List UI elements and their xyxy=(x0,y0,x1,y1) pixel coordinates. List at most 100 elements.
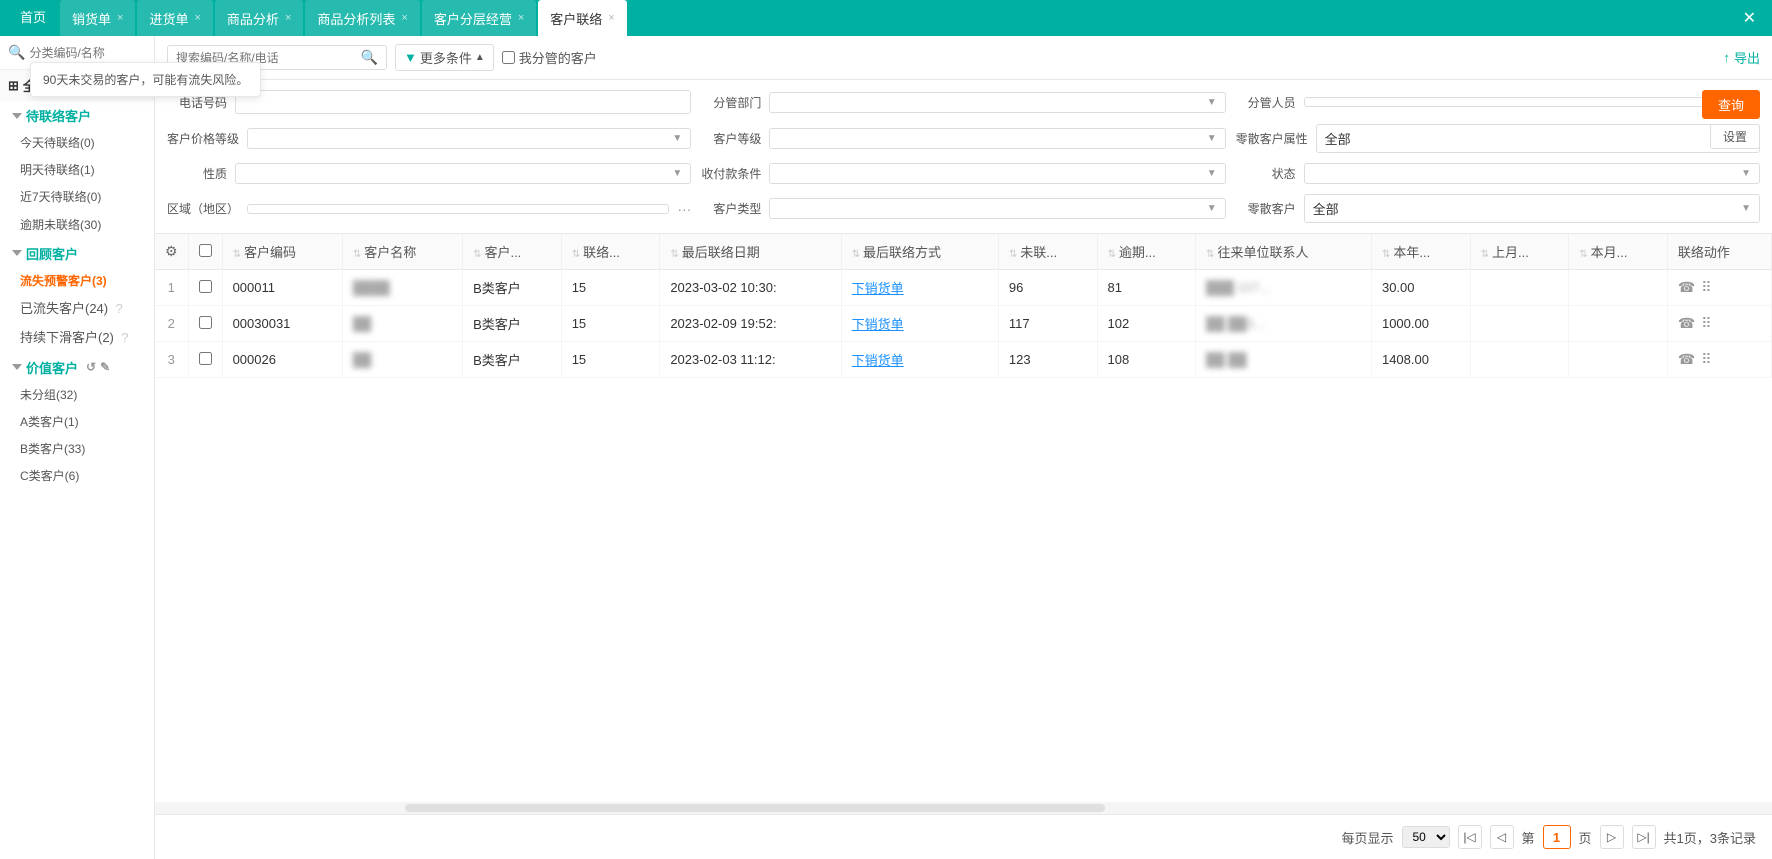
row-last-contact-date-2: 2023-02-03 11:12: xyxy=(660,342,841,378)
filter-select-dept[interactable]: ▼ xyxy=(769,92,1225,113)
th-settings[interactable]: ⚙ xyxy=(155,234,188,270)
sidebar-group-review[interactable]: 回顾客户 xyxy=(0,239,154,268)
filter-select-region[interactable] xyxy=(247,204,669,214)
tab-customer-layered[interactable]: 客户分层经营 × xyxy=(422,0,536,36)
sidebar-item-a-class[interactable]: A类客户(1) xyxy=(0,409,154,436)
th-customer-name[interactable]: 客户名称 xyxy=(342,234,462,270)
row-code-1: 00030031 xyxy=(222,306,342,342)
select-all-checkbox[interactable] xyxy=(199,244,212,257)
my-customers-checkbox-label[interactable]: 我分管的客户 xyxy=(502,48,597,67)
th-customer-type[interactable]: 客户... xyxy=(463,234,562,270)
filter-select-customer-level[interactable]: ▼ xyxy=(769,128,1225,149)
row-checkbox-1[interactable] xyxy=(188,306,222,342)
next-page-button[interactable]: ▷ xyxy=(1600,825,1624,849)
th-customer-code[interactable]: 客户编码 xyxy=(222,234,342,270)
tab-product-analysis[interactable]: 商品分析 × xyxy=(215,0,303,36)
sidebar-item-churn-warning[interactable]: 流失预警客户(3) xyxy=(0,268,154,295)
sidebar-item-tomorrow-contact[interactable]: 明天待联络(1) xyxy=(0,157,154,184)
refresh-icon[interactable]: ↺ xyxy=(86,360,96,374)
sidebar-group-value[interactable]: 价值客户 ↺ ✎ xyxy=(0,353,154,382)
scrollbar-track[interactable] xyxy=(405,804,1105,812)
tab-product-analysis-close[interactable]: × xyxy=(285,12,291,24)
table-settings-icon[interactable]: ⚙ xyxy=(165,243,178,259)
th-uncontacted[interactable]: 未联... xyxy=(998,234,1097,270)
th-overdue[interactable]: 逾期... xyxy=(1097,234,1196,270)
th-last-month[interactable]: 上月... xyxy=(1470,234,1569,270)
filter-select-price-level[interactable]: ▼ xyxy=(247,128,691,149)
sidebar-item-week-contact[interactable]: 近7天待联络(0) xyxy=(0,184,154,211)
row-uncontacted-1: 117 xyxy=(998,306,1097,342)
page-size-select[interactable]: 50 xyxy=(1402,826,1450,848)
main-search-icon[interactable]: 🔍 xyxy=(361,49,378,66)
settings-button[interactable]: 设置 xyxy=(1710,124,1760,149)
tab-customer-layered-close[interactable]: × xyxy=(518,12,524,24)
tab-product-analysis-list[interactable]: 商品分析列表 × xyxy=(305,0,419,36)
question-icon: ? xyxy=(115,301,122,316)
sidebar-item-b-class[interactable]: B类客户(33) xyxy=(0,436,154,463)
action-contact-icon-1[interactable]: ☎ xyxy=(1678,315,1695,332)
action-more-icon-1[interactable]: ⠿ xyxy=(1701,315,1711,332)
row-last-contact-method-0[interactable]: 下销货单 xyxy=(841,270,998,306)
query-button[interactable]: 查询 xyxy=(1702,90,1760,119)
home-tab[interactable]: 首页 xyxy=(8,0,58,36)
tab-purchase-order-close[interactable]: × xyxy=(194,12,200,24)
row-actions-2: ☎ ⠿ xyxy=(1667,342,1771,378)
first-page-button[interactable]: |◁ xyxy=(1458,825,1482,849)
tab-customer-contact[interactable]: 客户联络 × xyxy=(538,0,626,36)
tab-sales-order-close[interactable]: × xyxy=(117,12,123,24)
more-conditions-button[interactable]: ▼ 更多条件 ▲ xyxy=(395,44,494,71)
tab-purchase-order[interactable]: 进货单 × xyxy=(137,0,212,36)
row-checkbox-2[interactable] xyxy=(188,342,222,378)
action-more-icon-2[interactable]: ⠿ xyxy=(1701,351,1711,368)
th-this-month[interactable]: 本月... xyxy=(1569,234,1668,270)
sidebar-item-churned[interactable]: 已流失客户(24) ? xyxy=(0,295,154,324)
th-last-contact-method[interactable]: 最后联络方式 xyxy=(841,234,998,270)
action-contact-icon-2[interactable]: ☎ xyxy=(1678,351,1695,368)
th-last-contact-date[interactable]: 最后联络日期 xyxy=(660,234,841,270)
chevron-down-icon xyxy=(12,113,22,119)
filter-select-retail-customer[interactable]: 全部 ▼ xyxy=(1304,194,1760,223)
action-more-icon-0[interactable]: ⠿ xyxy=(1701,279,1711,296)
export-button[interactable]: ↑ 导出 xyxy=(1723,48,1760,67)
filter-select-status[interactable]: ▼ xyxy=(1304,163,1760,184)
th-checkbox[interactable] xyxy=(188,234,222,270)
sidebar-item-ungrouped[interactable]: 未分组(32) xyxy=(0,382,154,409)
my-customers-checkbox[interactable] xyxy=(502,51,515,64)
row-contact-1: 15 xyxy=(561,306,660,342)
row-checkbox-0[interactable] xyxy=(188,270,222,306)
filter-select-customer-type[interactable]: ▼ xyxy=(769,198,1225,219)
sidebar-search-input[interactable] xyxy=(29,46,155,60)
filter-dots-region[interactable]: ··· xyxy=(677,201,691,217)
tab-product-analysis-list-close[interactable]: × xyxy=(401,12,407,24)
filter-select-nature[interactable]: ▼ xyxy=(235,163,691,184)
filter-select-retail-attr[interactable]: 全部 ▼ xyxy=(1316,124,1760,153)
th-contact[interactable]: 联络... xyxy=(561,234,660,270)
edit-icon[interactable]: ✎ xyxy=(100,360,110,374)
filter-input-phone[interactable] xyxy=(235,90,691,114)
filter-select-payment[interactable]: ▼ xyxy=(769,163,1225,184)
sidebar-group-pending[interactable]: 待联络客户 xyxy=(0,101,154,130)
sidebar-item-c-class[interactable]: C类客户(6) xyxy=(0,463,154,490)
tab-sales-order[interactable]: 销货单 × xyxy=(60,0,135,36)
row-customer-type-2: B类客户 xyxy=(463,342,562,378)
row-uncontacted-0: 96 xyxy=(998,270,1097,306)
tab-customer-contact-close[interactable]: × xyxy=(608,12,614,24)
prev-page-button[interactable]: ◁ xyxy=(1490,825,1514,849)
action-contact-icon-0[interactable]: ☎ xyxy=(1678,279,1695,296)
row-last-contact-method-1[interactable]: 下销货单 xyxy=(841,306,998,342)
horizontal-scrollbar[interactable] xyxy=(155,802,1772,814)
current-page-number[interactable]: 1 xyxy=(1543,825,1571,849)
row-seq-0: 1 xyxy=(155,270,188,306)
sidebar-item-overdue-contact[interactable]: 逾期未联络(30) xyxy=(0,212,154,239)
row-overdue-1: 102 xyxy=(1097,306,1196,342)
th-contact-person[interactable]: 往来单位联系人 xyxy=(1196,234,1372,270)
sidebar-item-declining[interactable]: 持续下滑客户(2) ? xyxy=(0,324,154,353)
filter-row-payment: 收付款条件 ▼ xyxy=(701,163,1225,184)
last-page-button[interactable]: ▷| xyxy=(1632,825,1656,849)
sidebar-item-today-contact[interactable]: 今天待联络(0) xyxy=(0,130,154,157)
table-row: 2 00030031 ██ B类客户 15 2023-02-09 19:52: … xyxy=(155,306,1772,342)
row-last-contact-method-2[interactable]: 下销货单 xyxy=(841,342,998,378)
window-close-button[interactable]: ✕ xyxy=(1735,8,1764,28)
filter-select-manager[interactable] xyxy=(1304,97,1738,107)
th-this-year[interactable]: 本年... xyxy=(1371,234,1470,270)
